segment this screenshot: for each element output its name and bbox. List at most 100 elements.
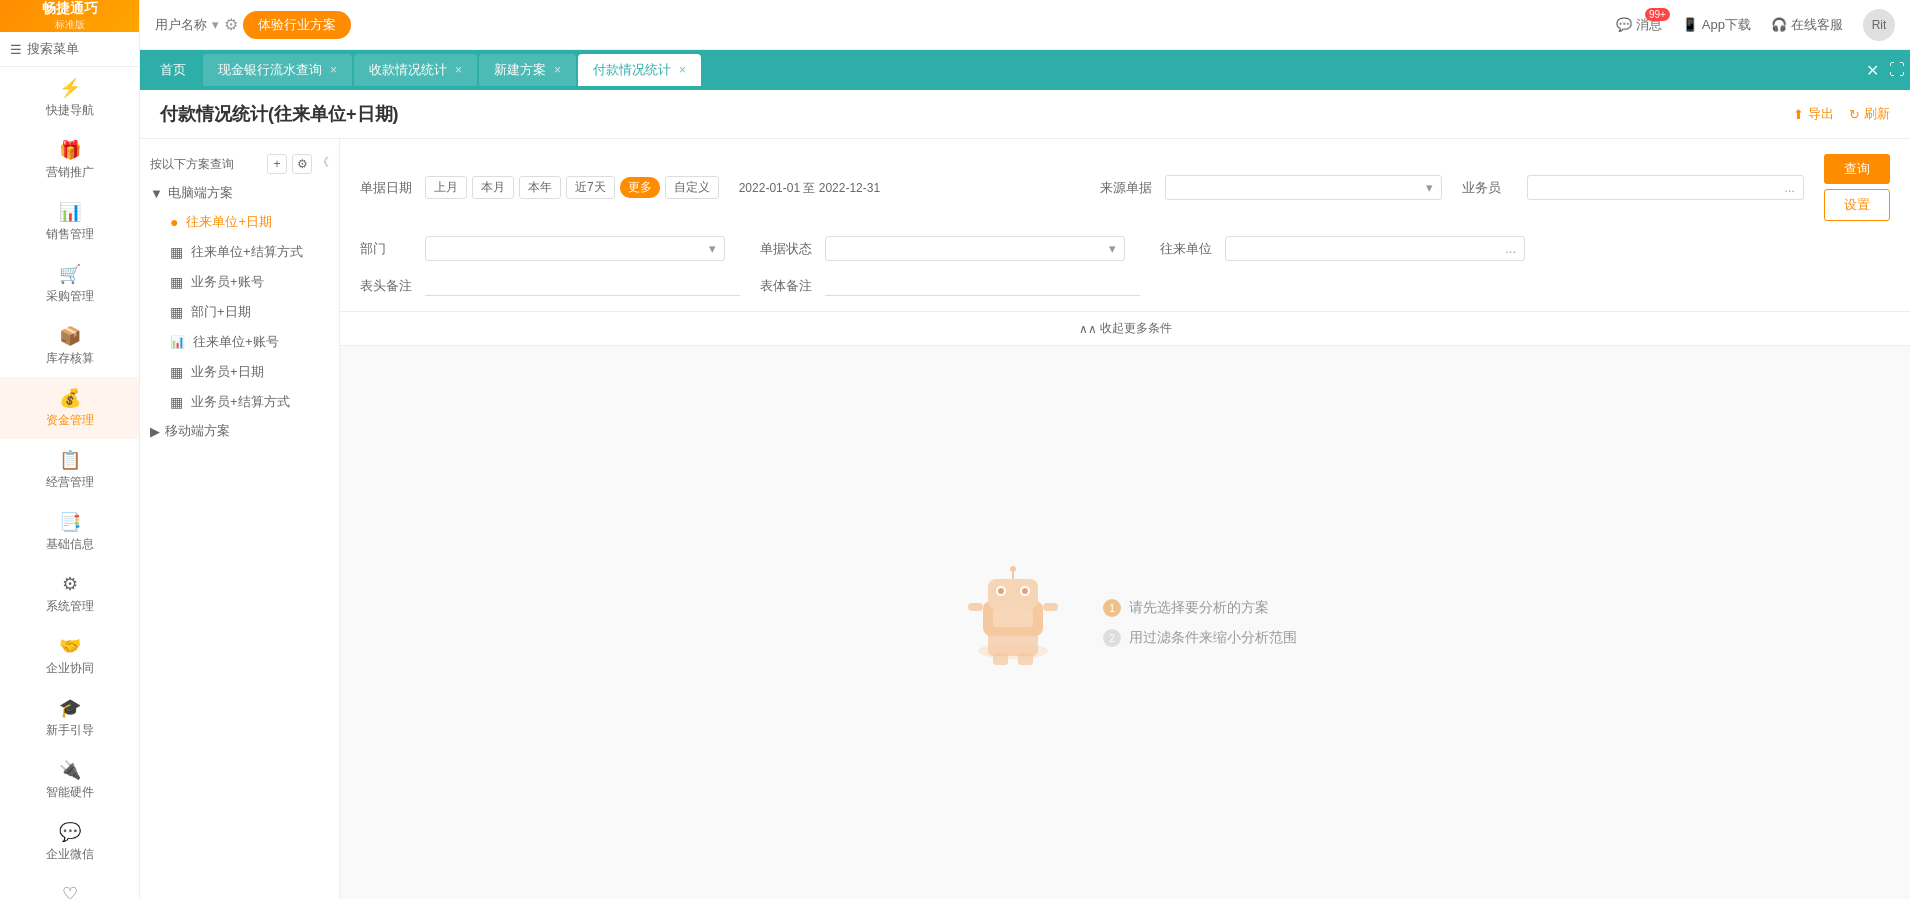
wechat-icon: 💬 [59,821,81,843]
sidebar-item-guide[interactable]: 🎓 新手引导 [0,687,139,749]
scheme-pc-category[interactable]: ▼ 电脑端方案 [140,179,339,207]
tab-bank-close[interactable]: × [330,63,337,77]
scheme-item-salesman-date[interactable]: ▦ 业务员+日期 [140,357,339,387]
svg-point-7 [1022,588,1028,594]
scheme-item-salesman-account[interactable]: ▦ 业务员+账号 [140,267,339,297]
filter-dept-group: 部门 ▾ [360,236,740,261]
online-service-icon: 🎧 [1771,17,1787,32]
settings-button[interactable]: 设置 [1824,189,1890,221]
tab-bank-label: 现金银行流水查询 [218,61,322,79]
salesman-more-icon[interactable]: ... [1784,180,1795,195]
tab-payment-stats-close[interactable]: × [679,63,686,77]
refresh-button[interactable]: ↻ 刷新 [1849,105,1890,123]
scheme-item-counterpart-date-label: 往来单位+日期 [186,213,272,231]
sidebar-item-inventory[interactable]: 📦 库存核算 [0,315,139,377]
tab-bank[interactable]: 现金银行流水查询 × [203,54,352,86]
online-service-label: 在线客服 [1791,16,1843,34]
sidebar-item-sales[interactable]: 📊 销售管理 [0,191,139,253]
header-app-download[interactable]: 📱 App下载 [1682,16,1751,34]
filter-salesman-group: 业务员 ... [1462,175,1804,200]
salesman-label: 业务员 [1462,179,1517,197]
export-button[interactable]: ⬆ 导出 [1793,105,1834,123]
header-settings-icon[interactable]: ⚙ [224,15,238,34]
sidebar-item-system[interactable]: ⚙ 系统管理 [0,563,139,625]
sidebar-item-hardware[interactable]: 🔌 智能硬件 [0,749,139,811]
salesman-select[interactable]: ... [1527,175,1804,200]
counterpart-select[interactable]: ... [1225,236,1525,261]
scheme-item-icon-3: ▦ [170,304,183,320]
scheme-mobile-category[interactable]: ▶ 移动端方案 [140,417,339,445]
sidebar-item-quick-nav[interactable]: ⚡ 快捷导航 [0,67,139,129]
sidebar-item-wechat[interactable]: 💬 企业微信 [0,811,139,873]
filter-header-note-group: 表头备注 [360,276,740,296]
app-download-label: App下载 [1702,16,1751,34]
scheme-item-counterpart-settle-label: 往来单位+结算方式 [191,243,303,261]
tab-receivable-close[interactable]: × [455,63,462,77]
bill-status-select[interactable]: ▾ [825,236,1125,261]
counterpart-more-icon[interactable]: ... [1505,241,1516,256]
date-this-year[interactable]: 本年 [519,176,561,199]
purchase-icon: 🛒 [59,263,81,285]
scheme-item-icon-4: 📊 [170,335,185,349]
scheme-item-dept-date[interactable]: ▦ 部门+日期 [140,297,339,327]
quick-nav-icon: ⚡ [59,77,81,99]
top-header: 用户名称 ▾ ⚙ 体验行业方案 💬 消息 99+ 📱 App下载 🎧 在线客服 … [140,0,1910,50]
tab-receivable[interactable]: 收款情况统计 × [354,54,477,86]
sidebar-item-enterprise[interactable]: 🤝 企业协同 [0,625,139,687]
date-this-month[interactable]: 本月 [472,176,514,199]
dept-select[interactable]: ▾ [425,236,725,261]
tab-home[interactable]: 首页 [145,54,201,86]
scheme-pc-label: 电脑端方案 [168,184,233,202]
tab-new-scheme-close[interactable]: × [554,63,561,77]
trial-button[interactable]: 体验行业方案 [243,11,351,39]
basic-icon: 📑 [59,511,81,533]
date-more[interactable]: 更多 [620,177,660,198]
sidebar-item-basic[interactable]: 📑 基础信息 [0,501,139,563]
tip-num-2: 2 [1103,629,1121,647]
svg-point-9 [1010,566,1016,572]
scheme-item-counterpart-date[interactable]: ● 往来单位+日期 [140,207,339,237]
source-select[interactable]: ▾ [1165,175,1442,200]
body-note-input[interactable] [825,278,1140,293]
sidebar-item-marketing[interactable]: 🎁 营销推广 [0,129,139,191]
scheme-collapse-button[interactable]: 《 [317,154,329,174]
scheme-settings-button[interactable]: ⚙ [292,154,312,174]
header-dropdown-icon[interactable]: ▾ [212,17,219,32]
tab-bar: 首页 现金银行流水查询 × 收款情况统计 × 新建方案 × 付款情况统计 × ✕… [140,50,1910,90]
scheme-item-salesman-settle[interactable]: ▦ 业务员+结算方式 [140,387,339,417]
enterprise-icon: 🤝 [59,635,81,657]
tip-num-1: 1 [1103,599,1121,617]
date-last-7[interactable]: 近7天 [566,176,615,199]
sidebar-search[interactable]: ☰ 搜索菜单 [0,32,139,67]
header-online-service[interactable]: 🎧 在线客服 [1771,16,1843,34]
tab-close-all-icon[interactable]: ✕ [1866,61,1879,80]
empty-state-content: 1 请先选择要分析的方案 2 用过滤条件来缩小分析范围 [953,561,1297,684]
page-title-actions: ⬆ 导出 ↻ 刷新 [1793,105,1890,123]
sidebar-item-finance[interactable]: 💰 资金管理 [0,377,139,439]
header-note-input[interactable] [425,278,740,293]
tab-expand-icon[interactable]: ⛶ [1889,61,1905,79]
page-content: 付款情况统计(往来单位+日期) ⬆ 导出 ↻ 刷新 [140,90,1910,899]
tab-new-scheme[interactable]: 新建方案 × [479,54,576,86]
scheme-add-button[interactable]: + [267,154,287,174]
tip-text-2: 用过滤条件来缩小分析范围 [1129,629,1297,647]
tab-receivable-label: 收款情况统计 [369,61,447,79]
collapse-conditions-button[interactable]: ∧∧ 收起更多条件 [1079,320,1172,337]
sidebar-item-purchase[interactable]: 🛒 采购管理 [0,253,139,315]
header-notification[interactable]: 💬 消息 99+ [1616,16,1662,34]
header-note-label: 表头备注 [360,277,415,295]
scheme-panel-title: 按以下方案查询 [150,156,234,173]
query-button[interactable]: 查询 [1824,154,1890,184]
scheme-item-counterpart-account[interactable]: 📊 往来单位+账号 [140,327,339,357]
svg-point-6 [998,588,1004,594]
scheme-item-counterpart-settle[interactable]: ▦ 往来单位+结算方式 [140,237,339,267]
filter-body-note-group: 表体备注 [760,276,1140,296]
scheme-item-active-icon: ● [170,214,178,230]
header-avatar[interactable]: Rit [1863,9,1895,41]
sidebar-item-operations[interactable]: 📋 经营管理 [0,439,139,501]
tab-payment-stats[interactable]: 付款情况统计 × [578,54,701,86]
date-custom[interactable]: 自定义 [665,176,719,199]
tab-new-scheme-label: 新建方案 [494,61,546,79]
date-prev-month[interactable]: 上月 [425,176,467,199]
sidebar-item-member[interactable]: ♡ 畅会员 [0,873,139,899]
